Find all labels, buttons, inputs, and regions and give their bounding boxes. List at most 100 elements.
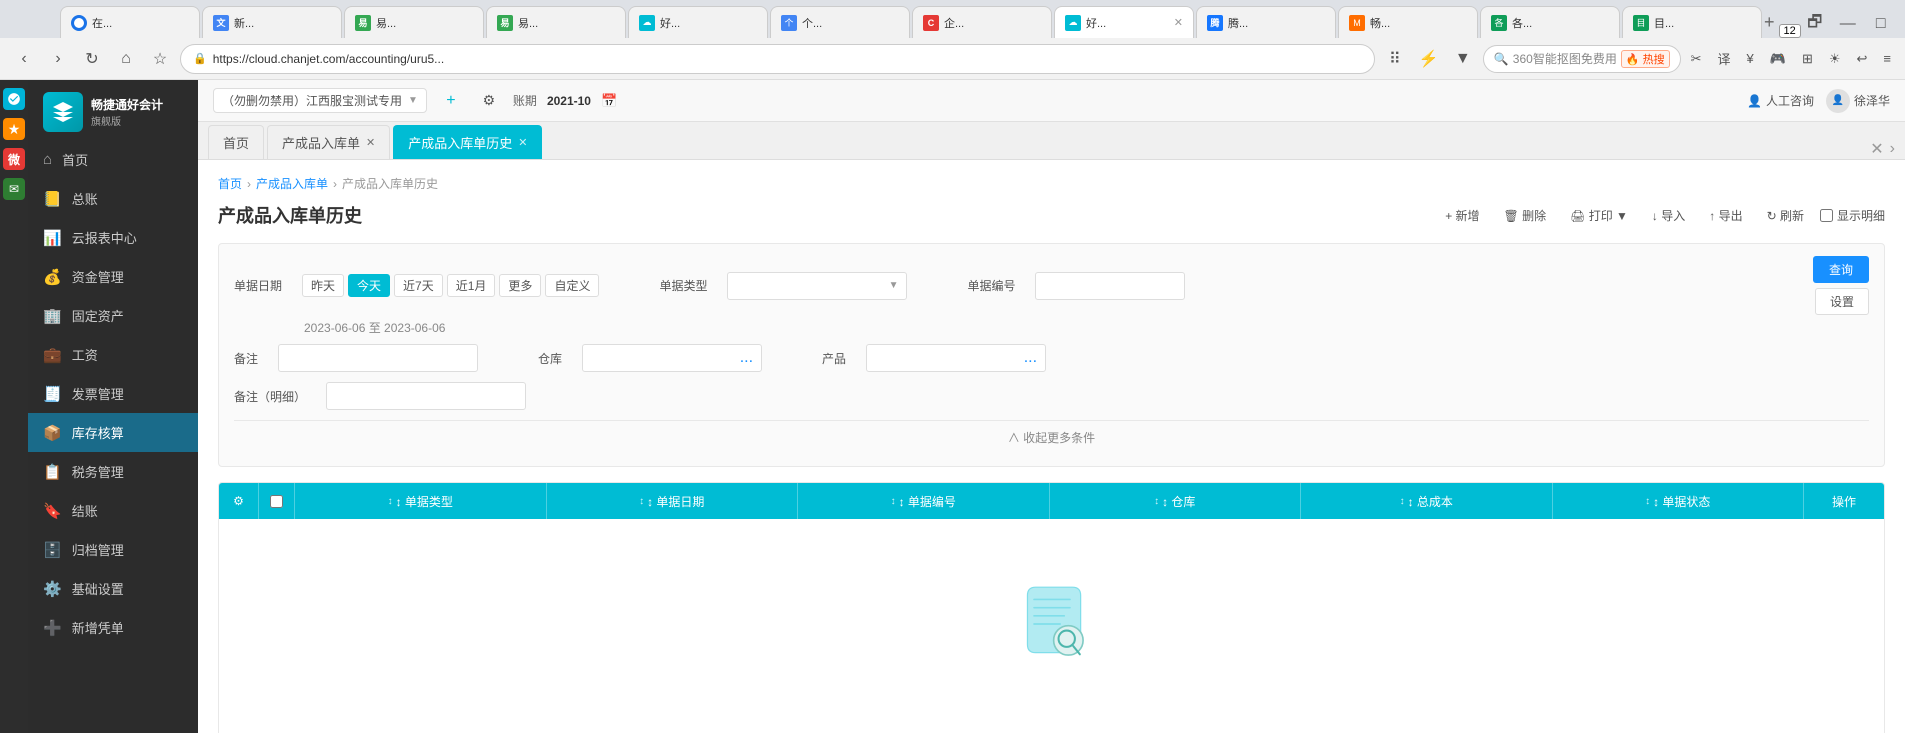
nav-new-voucher[interactable]: ➕ 新增凭单 — [28, 608, 198, 647]
maximize-button[interactable]: □ — [1867, 10, 1895, 38]
nav-basic[interactable]: ⚙️ 基础设置 — [28, 569, 198, 608]
display-toggle[interactable]: 显示明细 — [1820, 207, 1885, 224]
browser-tab-5[interactable]: ☁ 好... — [628, 6, 768, 38]
select-all-checkbox[interactable] — [270, 495, 283, 508]
browser-tab-7[interactable]: C 企... — [912, 6, 1052, 38]
close-window-button[interactable]: ✕ — [1900, 10, 1905, 38]
th-checkbox[interactable] — [259, 483, 295, 519]
th-voucher-type[interactable]: ↕ ↕ 单据类型 — [295, 483, 547, 519]
date-btn-7days[interactable]: 近7天 — [394, 274, 443, 297]
nav-ledger[interactable]: 📒 总账 — [28, 179, 198, 218]
company-selector[interactable]: （勿删勿禁用）江西服宝测试专用 ▼ — [213, 88, 427, 113]
product-select[interactable]: ... — [866, 344, 1046, 372]
ai-service[interactable]: 👤 人工咨询 — [1747, 92, 1814, 109]
date-btn-more[interactable]: 更多 — [499, 274, 541, 297]
brightness-button[interactable]: ☀ — [1825, 45, 1845, 73]
browser-tab-8[interactable]: ☁ 好... ✕ — [1054, 6, 1194, 38]
browser-tab-6[interactable]: 个 个... — [770, 6, 910, 38]
undo-button[interactable]: ↩ — [1853, 45, 1872, 73]
th-date[interactable]: ↕ ↕ 单据日期 — [547, 483, 799, 519]
browser-tab-12[interactable]: 目 目... — [1622, 6, 1762, 38]
tab-history[interactable]: 产成品入库单历史 ✕ — [393, 125, 542, 159]
tab-list-close[interactable]: ✕ — [366, 136, 375, 149]
breadcrumb-list[interactable]: 产成品入库单 — [256, 175, 328, 192]
game-button[interactable]: 🎮 — [1766, 45, 1790, 73]
voucher-number-input[interactable] — [1035, 272, 1185, 300]
nav-home[interactable]: ⌂ 首页 — [28, 140, 198, 179]
breadcrumb-home[interactable]: 首页 — [218, 175, 242, 192]
browser-tab-11[interactable]: 各 各... — [1480, 6, 1620, 38]
voucher-type-select[interactable]: ▼ — [727, 272, 907, 300]
back-button[interactable]: ‹ — [10, 45, 38, 73]
panel-close-button[interactable]: ✕ — [1870, 139, 1883, 159]
export-button[interactable]: ↑ 导出 — [1701, 203, 1750, 228]
nav-settlement[interactable]: 🔖 结账 — [28, 491, 198, 530]
refresh-page-button[interactable]: ↻ 刷新 — [1759, 203, 1812, 228]
remark-input[interactable] — [278, 344, 478, 372]
scissors-button[interactable]: ✂ — [1687, 45, 1706, 73]
favorites-icon[interactable]: ★ — [3, 118, 25, 140]
forward-button[interactable]: › — [44, 45, 72, 73]
browser-tab-3[interactable]: 易 易... — [344, 6, 484, 38]
translate-button[interactable]: 译 — [1714, 45, 1735, 73]
th-cost[interactable]: ↕ ↕ 总成本 — [1301, 483, 1553, 519]
date-btn-1month[interactable]: 近1月 — [447, 274, 496, 297]
warehouse-select[interactable]: ... — [582, 344, 762, 372]
tab-home[interactable]: 首页 — [208, 125, 264, 159]
browser-tab-1[interactable]: 在... — [60, 6, 200, 38]
browser-tab-4[interactable]: 易 易... — [486, 6, 626, 38]
extensions-button[interactable]: ⠿ — [1381, 45, 1409, 73]
date-btn-custom[interactable]: 自定义 — [545, 274, 599, 297]
company-settings-button[interactable]: ⚙ — [475, 87, 503, 115]
grid-button[interactable]: ⊞ — [1798, 45, 1817, 73]
product-dots-icon[interactable]: ... — [1024, 349, 1037, 367]
th-warehouse[interactable]: ↕ ↕ 仓库 — [1050, 483, 1302, 519]
date-btn-yesterday[interactable]: 昨天 — [302, 274, 344, 297]
nav-archive[interactable]: 🗄️ 归档管理 — [28, 530, 198, 569]
new-tab-button[interactable]: + — [1764, 6, 1775, 38]
search-box[interactable]: 🔍 360智能抠图免费用 🔥 热搜 — [1483, 45, 1681, 73]
nav-funds[interactable]: 💰 资金管理 — [28, 257, 198, 296]
minimize-button[interactable]: — — [1834, 10, 1862, 38]
menu-button[interactable]: ≡ — [1879, 45, 1895, 73]
th-status[interactable]: ↕ ↕ 单据状态 — [1553, 483, 1805, 519]
warehouse-dots-icon[interactable]: ... — [740, 349, 753, 367]
browser-tab-2[interactable]: 文 新... — [202, 6, 342, 38]
app-launcher-icon[interactable] — [3, 88, 25, 110]
import-button[interactable]: ↓ 导入 — [1644, 203, 1693, 228]
home-button[interactable]: ⌂ — [112, 45, 140, 73]
nav-reports[interactable]: 📊 云报表中心 — [28, 218, 198, 257]
refresh-button[interactable]: ↻ — [78, 45, 106, 73]
collapse-bar[interactable]: ∧ 收起更多条件 — [234, 420, 1869, 454]
nav-inventory[interactable]: 📦 库存核算 — [28, 413, 198, 452]
calendar-icon[interactable]: 📅 — [601, 93, 617, 109]
print-button[interactable]: 🖨 打印 ▼ — [1562, 203, 1636, 228]
display-toggle-checkbox[interactable] — [1820, 209, 1833, 222]
filter-settings-button[interactable]: 设置 — [1815, 288, 1869, 315]
nav-fixed-assets[interactable]: 🏢 固定资产 — [28, 296, 198, 335]
tab-list[interactable]: 产成品入库单 ✕ — [267, 125, 390, 159]
nav-tax[interactable]: 📋 税务管理 — [28, 452, 198, 491]
date-btn-today[interactable]: 今天 — [348, 274, 390, 297]
delete-button[interactable]: 🗑 删除 — [1496, 203, 1555, 228]
query-button[interactable]: 查询 — [1813, 256, 1869, 283]
nav-invoice[interactable]: 🧾 发票管理 — [28, 374, 198, 413]
browser-tab-9[interactable]: 腾 腾... — [1196, 6, 1336, 38]
browser-tab-10[interactable]: M 畅... — [1338, 6, 1478, 38]
th-settings[interactable]: ⚙ — [219, 483, 259, 519]
mail-icon[interactable]: ✉ — [3, 178, 25, 200]
new-button[interactable]: + 新增 — [1437, 203, 1487, 228]
bookmark-button[interactable]: ☆ — [146, 45, 174, 73]
th-number[interactable]: ↕ ↕ 单据编号 — [798, 483, 1050, 519]
address-bar[interactable]: 🔒 https://cloud.chanjet.com/accounting/u… — [180, 44, 1375, 74]
yuan-button[interactable]: ¥ — [1743, 45, 1758, 73]
panel-more-button[interactable]: › — [1890, 140, 1895, 158]
user-avatar-area[interactable]: 👤 徐泽华 — [1826, 89, 1890, 113]
lightning-button[interactable]: ⚡ — [1415, 45, 1443, 73]
nav-salary[interactable]: 💼 工资 — [28, 335, 198, 374]
dropdown-button[interactable]: ▼ — [1449, 45, 1477, 73]
restore-button[interactable]: 🗗 — [1801, 10, 1829, 38]
remark-detail-input[interactable] — [326, 382, 526, 410]
social-icon[interactable]: 微 — [3, 148, 25, 170]
add-company-button[interactable]: + — [437, 87, 465, 115]
